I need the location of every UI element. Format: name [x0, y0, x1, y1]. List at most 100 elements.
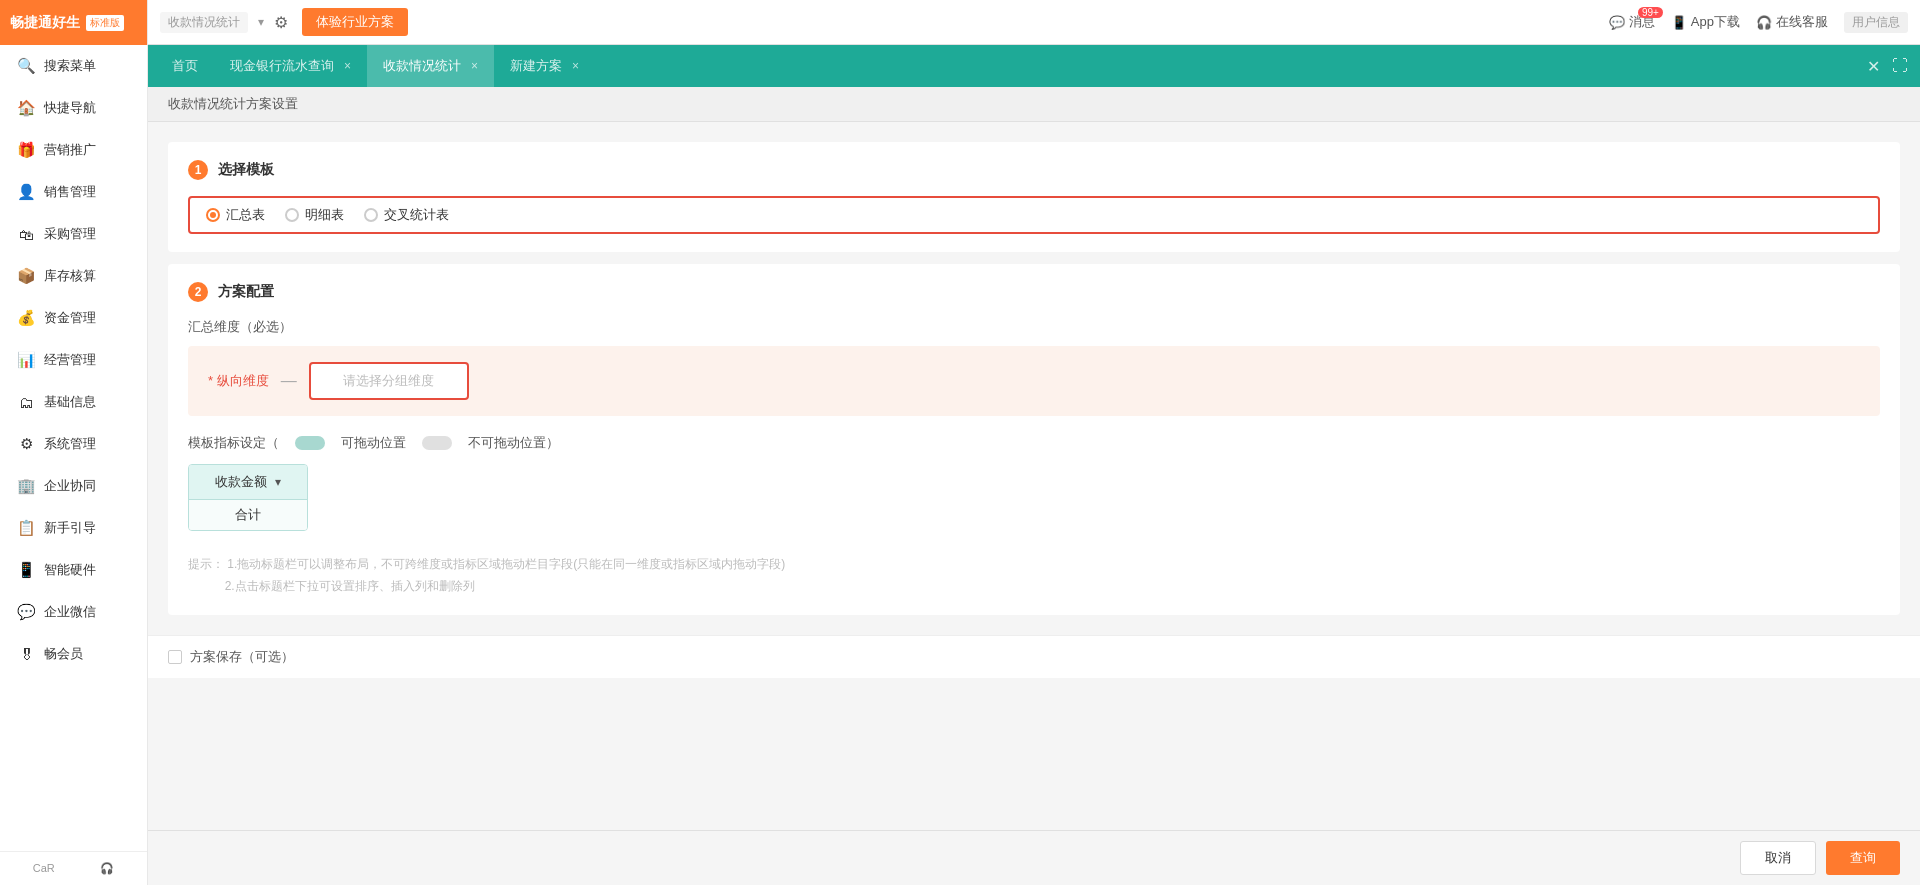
sidebar-item-wechat[interactable]: 💬 企业微信 [0, 591, 147, 633]
sidebar-item-basic-info[interactable]: 🗂基础信息 [0, 381, 147, 423]
maximize-icon[interactable]: ⛶ [1888, 55, 1912, 78]
sidebar-label-wechat: 企业微信 [44, 603, 96, 621]
template-options: 汇总表 明细表 交叉统计表 [188, 196, 1880, 234]
hardware-icon: 📱 [16, 561, 36, 579]
stats-card-header: 收款金额 ▾ [189, 465, 307, 500]
message-icon: 💬 [1609, 15, 1625, 30]
page-header: 收款情况统计方案设置 [148, 87, 1920, 122]
main-area: 收款情况统计 ▾ ⚙ 体验行业方案 💬 消息 99+ 📱 App下载 🎧 在线客… [148, 0, 1920, 885]
query-button[interactable]: 查询 [1826, 841, 1900, 875]
sidebar-item-hardware[interactable]: 📱智能硬件 [0, 549, 147, 591]
section1-number: 1 [188, 160, 208, 180]
sidebar-item-search-menu[interactable]: 🔍搜索菜单 [0, 45, 147, 87]
sidebar-item-member[interactable]: 🎖畅会员 [0, 633, 147, 675]
cancel-button[interactable]: 取消 [1740, 841, 1816, 875]
sidebar-item-inventory[interactable]: 📦库存核算 [0, 255, 147, 297]
indicator-hint-label: 模板指标设定（ [188, 434, 279, 452]
tab-collection-stat[interactable]: 收款情况统计 × [367, 45, 494, 87]
tab-bank-flow[interactable]: 现金银行流水查询× [214, 45, 367, 87]
vertical-label: * 纵向维度 [208, 372, 269, 390]
sidebar-item-purchase[interactable]: 🛍采购管理 [0, 213, 147, 255]
company-icon: 🏢 [16, 477, 36, 495]
sidebar-label-guide: 新手引导 [44, 519, 96, 537]
tab-close-new-plan[interactable]: × [572, 59, 579, 73]
indicator-section: 模板指标设定（ 可拖动位置 不可拖动位置） 收款金额 ▾ [188, 434, 1880, 534]
sidebar-label-finance: 资金管理 [44, 309, 96, 327]
radio-summary[interactable]: 汇总表 [206, 206, 265, 224]
tab-label-collection-stat: 收款情况统计 [383, 57, 461, 75]
top-bar-breadcrumb: 收款情况统计 [160, 12, 248, 33]
inventory-icon: 📦 [16, 267, 36, 285]
fixed-dot [422, 436, 452, 450]
message-button[interactable]: 💬 消息 99+ [1609, 13, 1655, 31]
hint-text: 提示： 1.拖动标题栏可以调整布局，不可跨维度或指标区域拖动栏目字段(只能在同一… [188, 554, 1880, 597]
sidebar-item-company[interactable]: 🏢 企业协同 [0, 465, 147, 507]
close-window-icon[interactable]: ✕ [1863, 55, 1884, 78]
section2-number: 2 [188, 282, 208, 302]
section1-title: 选择模板 [218, 161, 274, 179]
movable-dot [295, 436, 325, 450]
sidebar-item-marketing[interactable]: 🎁营销推广 [0, 129, 147, 171]
tab-close-collection-stat[interactable]: × [471, 59, 478, 73]
service-icon: 🎧 [1756, 15, 1772, 30]
page-header-text: 收款情况统计方案设置 [168, 96, 298, 111]
sidebar-item-finance[interactable]: 💰资金管理 [0, 297, 147, 339]
content-area: 收款情况统计方案设置 1 选择模板 汇总表 明细表 [148, 87, 1920, 830]
trial-button[interactable]: 体验行业方案 [302, 8, 408, 36]
wechat-icon: 💬 [16, 603, 36, 621]
operation-icon: 📊 [16, 351, 36, 369]
sidebar-item-sales[interactable]: 👤 销售管理 [0, 171, 147, 213]
config-section: 2 方案配置 汇总维度（必选） * 纵向维度 — 请选择分组维度 模板指标设定（ [168, 264, 1900, 615]
radio-summary-label: 汇总表 [226, 206, 265, 224]
sidebar-item-guide[interactable]: 📋 新手引导 [0, 507, 147, 549]
logo-badge: 标准版 [86, 15, 124, 31]
tabs-container: 首页现金银行流水查询× 收款情况统计 × 新建方案 × [156, 45, 595, 87]
top-bar-arrow[interactable]: ▾ [258, 15, 264, 29]
dimension-select[interactable]: 请选择分组维度 [309, 362, 469, 400]
stats-card-dropdown-icon[interactable]: ▾ [275, 475, 281, 489]
sidebar: 畅捷通好生 标准版 🔍搜索菜单🏠快捷导航🎁营销推广 👤 销售管理 🛍采购管理📦库存核算… [0, 0, 148, 885]
sidebar-item-system[interactable]: ⚙系统管理 [0, 423, 147, 465]
sidebar-label-search-menu: 搜索菜单 [44, 57, 96, 75]
radio-detail-label: 明细表 [305, 206, 344, 224]
bottom-bar: 取消 查询 [148, 830, 1920, 885]
sidebar-bottom-btn2[interactable]: 🎧 [100, 862, 114, 875]
save-checkbox[interactable] [168, 650, 182, 664]
top-bar: 收款情况统计 ▾ ⚙ 体验行业方案 💬 消息 99+ 📱 App下载 🎧 在线客… [148, 0, 1920, 45]
tab-new-plan[interactable]: 新建方案 × [494, 45, 595, 87]
sidebar-nav: 🔍搜索菜单🏠快捷导航🎁营销推广 👤 销售管理 🛍采购管理📦库存核算💰资金管理 📊 经营管理… [0, 45, 147, 675]
sidebar-label-sales: 销售管理 [44, 183, 96, 201]
settings-icon[interactable]: ⚙ [274, 13, 288, 32]
radio-cross-label: 交叉统计表 [384, 206, 449, 224]
radio-cross[interactable]: 交叉统计表 [364, 206, 449, 224]
section2-header: 2 方案配置 [188, 282, 1880, 302]
section1-header: 1 选择模板 [188, 160, 1880, 180]
message-badge: 99+ [1638, 7, 1663, 18]
top-bar-right: 💬 消息 99+ 📱 App下载 🎧 在线客服 用户信息 [1609, 12, 1908, 33]
page-footer-save: 方案保存（可选） [148, 635, 1920, 678]
tab-home[interactable]: 首页 [156, 45, 214, 87]
sidebar-logo: 畅捷通好生 标准版 [0, 0, 147, 45]
guide-icon: 📋 [16, 519, 36, 537]
sidebar-label-operation: 经营管理 [44, 351, 96, 369]
indicator-hint: 模板指标设定（ 可拖动位置 不可拖动位置） [188, 434, 1880, 452]
template-section: 1 选择模板 汇总表 明细表 交叉统计表 [168, 142, 1900, 252]
app-download-button[interactable]: 📱 App下载 [1671, 13, 1740, 31]
stats-card-row: 合计 [189, 500, 307, 530]
sales-icon: 👤 [16, 183, 36, 201]
save-checkbox-label[interactable]: 方案保存（可选） [168, 648, 1900, 666]
online-service-button[interactable]: 🎧 在线客服 [1756, 13, 1828, 31]
sidebar-item-operation[interactable]: 📊 经营管理 [0, 339, 147, 381]
tab-label-new-plan: 新建方案 [510, 57, 562, 75]
radio-detail[interactable]: 明细表 [285, 206, 344, 224]
hint-line-1: 提示： 1.拖动标题栏可以调整布局，不可跨维度或指标区域拖动栏目字段(只能在同一… [188, 554, 1880, 576]
sidebar-bottom-btn1[interactable]: CaR [33, 862, 55, 875]
tab-close-bank-flow[interactable]: × [344, 59, 351, 73]
sidebar-label-company: 企业协同 [44, 477, 96, 495]
radio-detail-circle [285, 208, 299, 222]
dimension-subtitle: 汇总维度（必选） [188, 318, 1880, 336]
quick-nav-icon: 🏠 [16, 99, 36, 117]
sidebar-item-quick-nav[interactable]: 🏠快捷导航 [0, 87, 147, 129]
dimension-arrow: — [281, 372, 297, 390]
dimension-row: * 纵向维度 — 请选择分组维度 [208, 362, 1860, 400]
